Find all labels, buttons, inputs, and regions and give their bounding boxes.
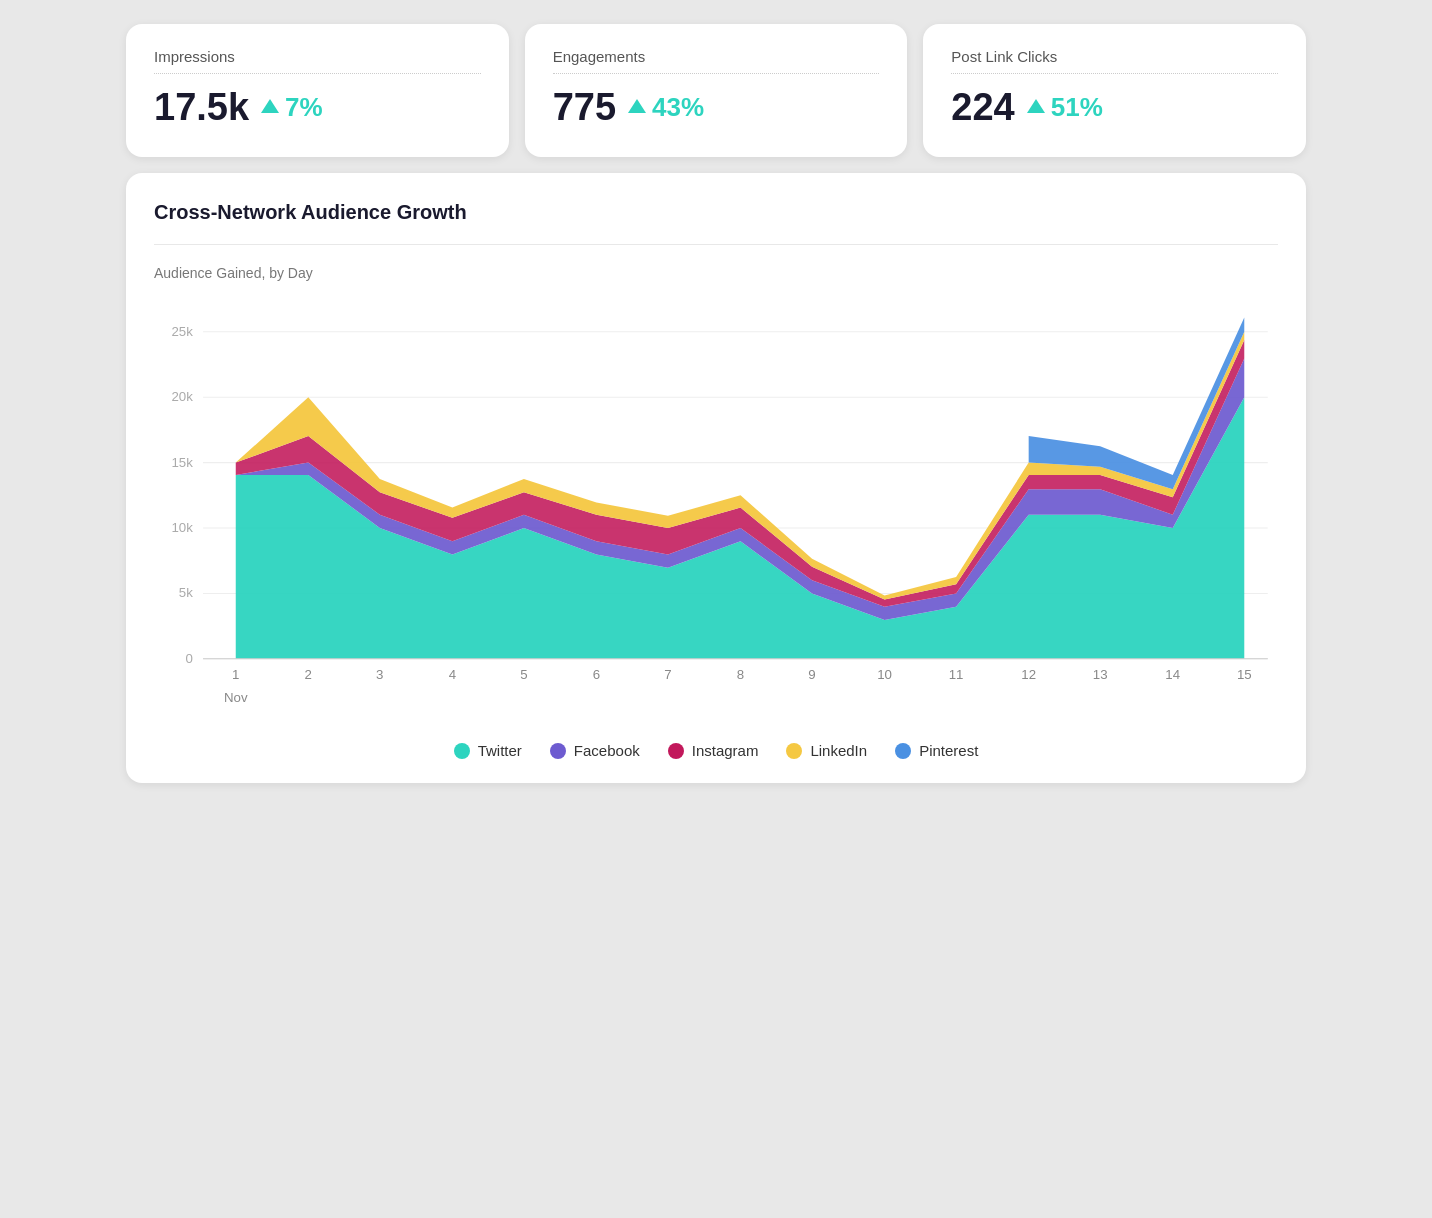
svg-text:13: 13 <box>1093 667 1108 682</box>
legend-dot-twitter <box>454 743 470 759</box>
svg-text:7: 7 <box>664 667 671 682</box>
legend-item-instagram: Instagram <box>668 742 759 759</box>
legend-label-instagram: Instagram <box>692 742 759 759</box>
post-link-clicks-change: 51% <box>1027 92 1103 123</box>
engagements-arrow-icon <box>628 99 646 113</box>
impressions-value: 17.5k <box>154 86 249 129</box>
svg-text:11: 11 <box>949 667 964 682</box>
svg-text:5: 5 <box>520 667 527 682</box>
post-link-clicks-value: 224 <box>951 86 1014 129</box>
post-link-clicks-card: Post Link Clicks 224 51% <box>923 24 1306 157</box>
post-link-clicks-label: Post Link Clicks <box>951 48 1278 74</box>
svg-text:4: 4 <box>449 667 456 682</box>
svg-text:10k: 10k <box>171 520 193 535</box>
chart-svg: 25k 20k 15k 10k 5k 0 <box>154 293 1278 722</box>
impressions-label: Impressions <box>154 48 481 74</box>
legend-label-pinterest: Pinterest <box>919 742 978 759</box>
legend-item-pinterest: Pinterest <box>895 742 978 759</box>
engagements-change: 43% <box>628 92 704 123</box>
svg-text:9: 9 <box>808 667 815 682</box>
svg-text:3: 3 <box>376 667 383 682</box>
post-link-clicks-arrow-icon <box>1027 99 1045 113</box>
chart-area: 25k 20k 15k 10k 5k 0 <box>154 293 1278 726</box>
svg-text:Nov: Nov <box>224 690 248 705</box>
chart-subtitle: Audience Gained, by Day <box>154 265 1278 281</box>
legend-dot-instagram <box>668 743 684 759</box>
impressions-change: 7% <box>261 92 323 123</box>
svg-text:6: 6 <box>593 667 600 682</box>
svg-text:12: 12 <box>1021 667 1036 682</box>
legend-item-linkedin: LinkedIn <box>786 742 867 759</box>
engagements-label: Engagements <box>553 48 880 74</box>
chart-divider <box>154 244 1278 245</box>
svg-text:8: 8 <box>737 667 744 682</box>
post-link-clicks-value-row: 224 51% <box>951 86 1278 129</box>
svg-text:2: 2 <box>305 667 312 682</box>
svg-text:15k: 15k <box>171 455 193 470</box>
legend-item-facebook: Facebook <box>550 742 640 759</box>
impressions-card: Impressions 17.5k 7% <box>126 24 509 157</box>
metrics-row: Impressions 17.5k 7% Engagements 775 43%… <box>126 24 1306 157</box>
svg-text:5k: 5k <box>179 585 193 600</box>
chart-title: Cross-Network Audience Growth <box>154 201 1278 224</box>
legend-label-facebook: Facebook <box>574 742 640 759</box>
engagements-card: Engagements 775 43% <box>525 24 908 157</box>
svg-text:10: 10 <box>877 667 892 682</box>
svg-text:15: 15 <box>1237 667 1252 682</box>
svg-text:25k: 25k <box>171 324 193 339</box>
legend-dot-pinterest <box>895 743 911 759</box>
legend-label-twitter: Twitter <box>478 742 522 759</box>
engagements-value-row: 775 43% <box>553 86 880 129</box>
legend-dot-facebook <box>550 743 566 759</box>
legend-item-twitter: Twitter <box>454 742 522 759</box>
legend-dot-linkedin <box>786 743 802 759</box>
chart-card: Cross-Network Audience Growth Audience G… <box>126 173 1306 783</box>
svg-text:14: 14 <box>1165 667 1180 682</box>
svg-text:0: 0 <box>185 651 192 666</box>
chart-legend: Twitter Facebook Instagram LinkedIn Pint… <box>154 742 1278 759</box>
engagements-value: 775 <box>553 86 616 129</box>
impressions-value-row: 17.5k 7% <box>154 86 481 129</box>
svg-text:1: 1 <box>232 667 239 682</box>
legend-label-linkedin: LinkedIn <box>810 742 867 759</box>
impressions-arrow-icon <box>261 99 279 113</box>
svg-text:20k: 20k <box>171 389 193 404</box>
main-container: Impressions 17.5k 7% Engagements 775 43%… <box>126 24 1306 783</box>
